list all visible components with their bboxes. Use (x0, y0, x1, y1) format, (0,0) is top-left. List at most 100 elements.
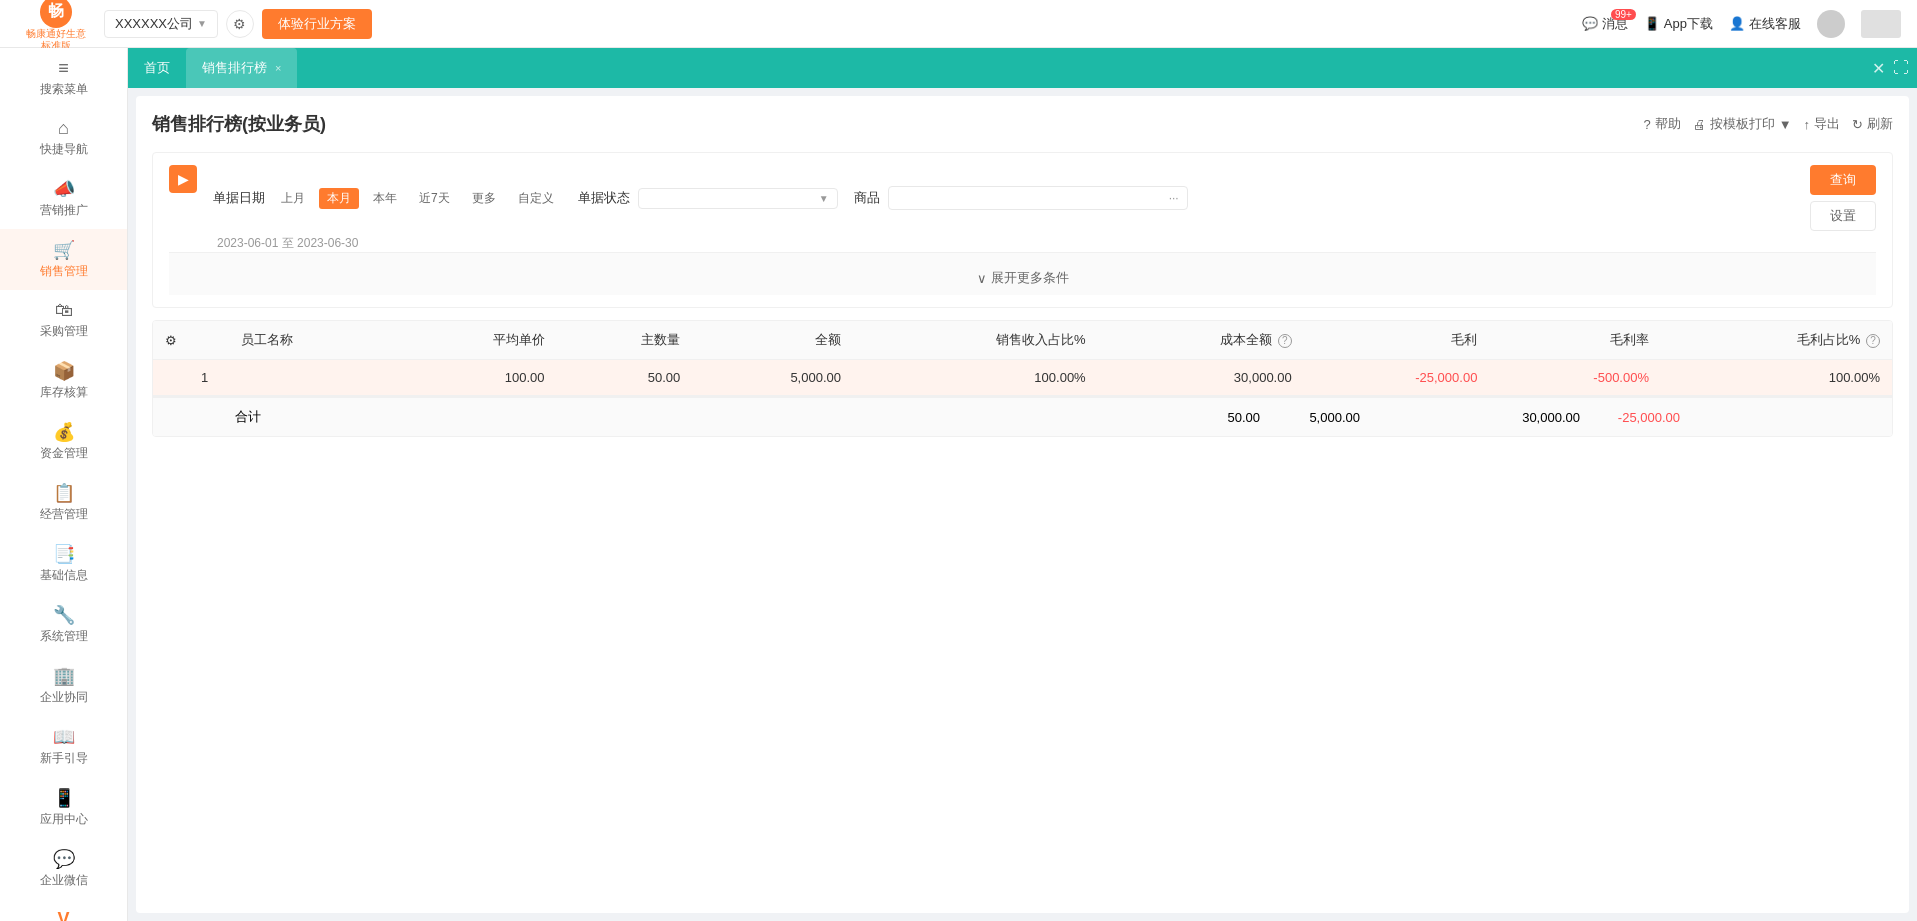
cost-hint-icon[interactable]: ? (1278, 334, 1292, 348)
th-qty: 主数量 (557, 321, 693, 360)
sidebar-item-wechat[interactable]: 💬 企业微信 (0, 838, 127, 899)
goods-input[interactable]: ··· (888, 186, 1188, 210)
print-arrow-icon: ▼ (1779, 117, 1792, 132)
brand-logo: 畅 畅康通好生意 标准版 (16, 0, 96, 52)
status-filter: 单据状态 ▼ (578, 188, 838, 209)
settings-button[interactable]: 设置 (1810, 201, 1876, 231)
sidebar-item-sales[interactable]: 🛒 销售管理 (0, 229, 127, 290)
help-button[interactable]: ? 帮助 (1643, 115, 1680, 133)
filter-toggle-arrow[interactable]: ▶ (169, 165, 197, 193)
sidebar-item-search-order[interactable]: ≡ 搜索菜单 (0, 48, 127, 108)
th-rank (189, 321, 229, 360)
quick-nav-icon: ⌂ (58, 118, 69, 139)
sidebar-item-label: 快捷导航 (40, 141, 88, 158)
status-select[interactable]: ▼ (638, 188, 838, 209)
sidebar-item-finance[interactable]: 💰 资金管理 (0, 411, 127, 472)
app-download-link[interactable]: 📱 App下载 (1644, 15, 1713, 33)
date-btn-more[interactable]: 更多 (464, 188, 504, 209)
user-name-display (1861, 10, 1901, 38)
footer-total-label: 合计 (235, 408, 1070, 426)
sidebar-item-label: 经营管理 (40, 506, 88, 523)
tab-close-all-icon[interactable]: ✕ (1872, 59, 1885, 78)
date-btn-custom[interactable]: 自定义 (510, 188, 562, 209)
tab-close-icon[interactable]: × (275, 62, 281, 74)
basic-info-icon: 📑 (53, 543, 75, 565)
help-label: 帮助 (1655, 115, 1681, 133)
date-buttons: 上月 本月 本年 近7天 更多 自定义 (273, 188, 562, 209)
sidebar-item-marketing[interactable]: 📣 营销推广 (0, 168, 127, 229)
newbie-icon: 📖 (53, 726, 75, 748)
date-btn-year[interactable]: 本年 (365, 188, 405, 209)
print-button[interactable]: 🖨 按模板打印 ▼ (1693, 115, 1792, 133)
th-sales-pct: 销售收入占比% (853, 321, 1098, 360)
date-filter: 单据日期 上月 本月 本年 近7天 更多 自定义 (213, 188, 562, 209)
th-settings[interactable]: ⚙ (153, 321, 189, 360)
trial-button[interactable]: 体验行业方案 (262, 9, 372, 39)
td-rank: 1 (189, 360, 229, 396)
table-row: 1 100.00 50.00 5,000.00 100.00% 30,000.0… (153, 360, 1892, 396)
brand-icon: 畅 (40, 0, 72, 28)
print-label: 按模板打印 (1710, 115, 1775, 133)
purchase-icon: 🛍 (55, 300, 73, 321)
expand-more-btn[interactable]: ∨ 展开更多条件 (177, 269, 1868, 287)
td-gross-pct: 100.00% (1661, 360, 1892, 396)
footer-cost: 30,000.00 (1480, 410, 1580, 425)
operations-icon: 📋 (53, 482, 75, 504)
sidebar-item-enterprise[interactable]: 🏢 企业协同 (0, 655, 127, 716)
print-icon: 🖨 (1693, 117, 1706, 132)
refresh-button[interactable]: ↻ 刷新 (1852, 115, 1893, 133)
footer-gross: -25,000.00 (1580, 410, 1680, 425)
tab-maximize-icon[interactable]: ⛶ (1893, 59, 1909, 77)
app-center-icon: 📱 (53, 787, 75, 809)
tab-sales-ranking-label: 销售排行榜 (202, 59, 267, 77)
sidebar-item-operations[interactable]: 📋 经营管理 (0, 472, 127, 533)
date-btn-prev-month[interactable]: 上月 (273, 188, 313, 209)
avatar[interactable] (1817, 10, 1845, 38)
expand-more-row: ∨ 展开更多条件 (169, 252, 1876, 295)
td-gross-rate: -500.00% (1489, 360, 1661, 396)
sidebar: ≡ 搜索菜单 ⌂ 快捷导航 📣 营销推广 🛒 销售管理 🛍 采购管理 📦 库 (0, 48, 128, 921)
export-button[interactable]: ↑ 导出 (1804, 115, 1841, 133)
th-gross-pct: 毛利占比% ? (1661, 321, 1892, 360)
settings-icon[interactable]: ⚙ (226, 10, 254, 38)
notification-badge: 99+ (1611, 9, 1636, 20)
bell-icon: 💬 (1582, 16, 1598, 31)
gross-pct-hint-icon[interactable]: ? (1866, 334, 1880, 348)
footer-qty: 50.00 (1170, 410, 1260, 425)
company-name: XXXXXX公司 (115, 15, 193, 33)
tab-home[interactable]: 首页 (128, 48, 186, 88)
tab-sales-ranking[interactable]: 销售排行榜 × (186, 48, 297, 88)
th-gross-rate: 毛利率 (1489, 321, 1661, 360)
status-filter-label: 单据状态 (578, 189, 630, 207)
td-qty: 50.00 (557, 360, 693, 396)
sidebar-item-system[interactable]: 🔧 系统管理 (0, 594, 127, 655)
online-support-link[interactable]: 👤 在线客服 (1729, 15, 1801, 33)
marketing-icon: 📣 (53, 178, 75, 200)
sidebar-item-app-center[interactable]: 📱 应用中心 (0, 777, 127, 838)
refresh-icon: ↻ (1852, 117, 1863, 132)
filter-bar: ▶ 单据日期 上月 本月 本年 (152, 152, 1893, 308)
date-btn-7days[interactable]: 近7天 (411, 188, 458, 209)
company-selector[interactable]: XXXXXX公司 ▼ (104, 10, 218, 38)
sales-ranking-table: ⚙ 员工名称 平均单价 主数量 全额 销售收入占比% 成本全额 (153, 321, 1892, 396)
sidebar-item-basic-info[interactable]: 📑 基础信息 (0, 533, 127, 594)
wechat-icon: 💬 (53, 848, 75, 870)
sidebar-item-inventory[interactable]: 📦 库存核算 (0, 350, 127, 411)
goods-filter-label: 商品 (854, 189, 880, 207)
export-icon: ↑ (1804, 117, 1811, 132)
sidebar-item-label: 资金管理 (40, 445, 88, 462)
sidebar-item-purchase[interactable]: 🛍 采购管理 (0, 290, 127, 350)
sidebar-item-newbie[interactable]: 📖 新手引导 (0, 716, 127, 777)
tab-home-label: 首页 (144, 59, 170, 77)
notification-bell[interactable]: 💬 消息 99+ (1582, 15, 1628, 33)
system-icon: 🔧 (53, 604, 75, 626)
sidebar-item-label: 营销推广 (40, 202, 88, 219)
td-cost: 30,000.00 (1098, 360, 1304, 396)
table-container: ⚙ 员工名称 平均单价 主数量 全额 销售收入占比% 成本全额 (152, 320, 1893, 437)
date-btn-current-month[interactable]: 本月 (319, 188, 359, 209)
query-button[interactable]: 查询 (1810, 165, 1876, 195)
sidebar-item-quick-nav[interactable]: ⌂ 快捷导航 (0, 108, 127, 168)
finance-icon: 💰 (53, 421, 75, 443)
td-gross: -25,000.00 (1304, 360, 1490, 396)
sidebar-item-member[interactable]: V 畅会员 (0, 899, 127, 921)
